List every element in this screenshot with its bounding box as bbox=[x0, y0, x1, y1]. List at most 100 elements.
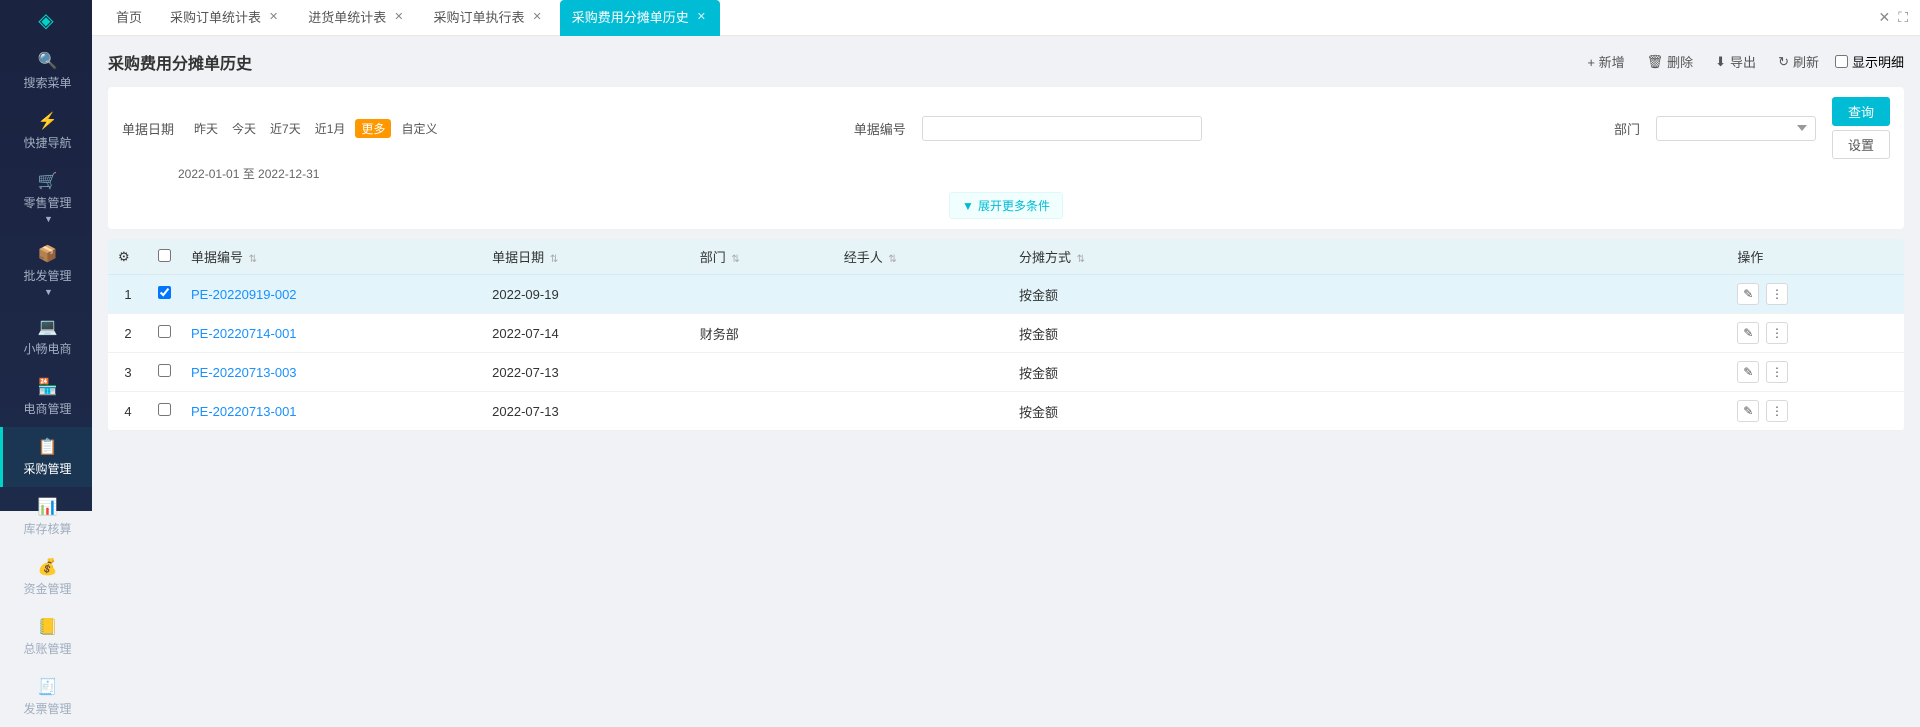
export-icon: ⬇ bbox=[1715, 54, 1726, 70]
th-date: 单据日期 ⇅ bbox=[482, 239, 690, 275]
dept-select[interactable]: 财务部 bbox=[1656, 116, 1816, 141]
add-button[interactable]: + 新增 bbox=[1581, 48, 1630, 75]
row-checkbox-0[interactable] bbox=[148, 275, 181, 314]
sort-handler[interactable]: ⇅ bbox=[888, 254, 896, 265]
shortcut-today[interactable]: 今天 bbox=[228, 119, 260, 138]
action-buttons: + 新增 🗑 删除 ⬇ 导出 ↻ 刷新 显示明细 bbox=[1581, 48, 1904, 75]
close-tab-2[interactable]: ✕ bbox=[392, 10, 405, 23]
shortcut-more[interactable]: 更多 bbox=[355, 119, 391, 138]
row-edit-1[interactable]: ✎ bbox=[1737, 322, 1759, 344]
row-date-0: 2022-09-19 bbox=[482, 275, 690, 314]
row-checkbox-1[interactable] bbox=[148, 314, 181, 353]
tab-purchase-cost-history[interactable]: 采购费用分摊单历史 ✕ bbox=[560, 0, 720, 36]
sidebar-item-inventory[interactable]: 📊 库存核算 bbox=[0, 487, 92, 547]
sidebar-item-purchase[interactable]: 📋 采购管理 bbox=[0, 427, 92, 487]
row-checkbox-3[interactable] bbox=[148, 392, 181, 431]
small-ecom-icon: 💻 bbox=[38, 317, 58, 337]
row-method-1: 按金额 bbox=[1009, 314, 1727, 353]
th-docno: 单据编号 ⇅ bbox=[181, 239, 482, 275]
th-checkbox[interactable] bbox=[148, 239, 181, 275]
close-tab-1[interactable]: ✕ bbox=[267, 10, 280, 23]
row-more-0[interactable]: ⋮ bbox=[1766, 283, 1788, 305]
date-label: 单据日期 bbox=[122, 119, 174, 138]
row-handler-0 bbox=[834, 275, 1009, 314]
row-handler-1 bbox=[834, 314, 1009, 353]
sidebar-item-retail[interactable]: 🛒 零售管理 ▼ bbox=[0, 161, 92, 234]
export-button[interactable]: ⬇ 导出 bbox=[1709, 48, 1762, 75]
sort-date[interactable]: ⇅ bbox=[550, 254, 558, 265]
fullscreen-icon[interactable]: ⛶ bbox=[1898, 9, 1908, 26]
date-shortcuts: 昨天 今天 近7天 近1月 更多 自定义 bbox=[190, 119, 441, 138]
refresh-button[interactable]: ↻ 刷新 bbox=[1772, 48, 1825, 75]
show-columns-checkbox[interactable] bbox=[1835, 55, 1848, 68]
query-button[interactable]: 查询 bbox=[1832, 97, 1890, 126]
table-row: 4 PE-20220713-001 2022-07-13 按金额 ✎ ⋮ bbox=[108, 392, 1904, 431]
th-gear[interactable]: ⚙ bbox=[108, 239, 148, 275]
row-edit-2[interactable]: ✎ bbox=[1737, 361, 1759, 383]
tab-purchase-goods-stats[interactable]: 进货单统计表 ✕ bbox=[296, 0, 417, 36]
sort-docno[interactable]: ⇅ bbox=[249, 254, 257, 265]
table-header-row: ⚙ 单据编号 ⇅ 单据日期 ⇅ 部门 ⇅ bbox=[108, 239, 1904, 275]
row-more-2[interactable]: ⋮ bbox=[1766, 361, 1788, 383]
expand-button[interactable]: ▼ 展开更多条件 bbox=[949, 192, 1063, 219]
sort-dept[interactable]: ⇅ bbox=[731, 254, 739, 265]
close-all-icon[interactable]: ✕ bbox=[1878, 9, 1890, 26]
purchase-icon: 📋 bbox=[38, 437, 58, 457]
th-method: 分摊方式 ⇅ bbox=[1009, 239, 1727, 275]
sort-method[interactable]: ⇅ bbox=[1077, 254, 1085, 265]
tab-purchase-order-stats[interactable]: 采购订单统计表 ✕ bbox=[158, 0, 292, 36]
sidebar-logo: ◈ bbox=[0, 8, 92, 33]
settings-button[interactable]: 设置 bbox=[1832, 130, 1890, 159]
delete-button[interactable]: 🗑 删除 bbox=[1641, 48, 1700, 75]
gear-icon[interactable]: ⚙ bbox=[118, 249, 130, 264]
row-docno-3[interactable]: PE-20220713-001 bbox=[181, 392, 482, 431]
row-num-0: 1 bbox=[108, 275, 148, 314]
row-dept-2 bbox=[690, 353, 834, 392]
sidebar-item-wholesale[interactable]: 📦 批发管理 ▼ bbox=[0, 234, 92, 307]
row-more-1[interactable]: ⋮ bbox=[1766, 322, 1788, 344]
sidebar: ◈ 🔍 搜索菜单 ⚡ 快捷导航 🛒 零售管理 ▼ 📦 批发管理 ▼ 💻 小畅电商… bbox=[0, 0, 92, 511]
row-ops-2: ✎ ⋮ bbox=[1727, 353, 1904, 392]
sidebar-item-quicknav[interactable]: ⚡ 快捷导航 bbox=[0, 101, 92, 161]
docno-input[interactable] bbox=[922, 116, 1202, 141]
tab-purchase-exec[interactable]: 采购订单执行表 ✕ bbox=[421, 0, 555, 36]
row-date-2: 2022-07-13 bbox=[482, 353, 690, 392]
sidebar-item-search[interactable]: 🔍 搜索菜单 bbox=[0, 41, 92, 101]
row-num-3: 4 bbox=[108, 392, 148, 431]
row-edit-3[interactable]: ✎ bbox=[1737, 400, 1759, 422]
invoice-icon: 🧾 bbox=[38, 677, 58, 697]
table-body: 1 PE-20220919-002 2022-09-19 按金额 ✎ ⋮ 2 P… bbox=[108, 275, 1904, 431]
search-icon: 🔍 bbox=[38, 51, 58, 71]
ecom-icon: 🏪 bbox=[38, 377, 58, 397]
row-docno-1[interactable]: PE-20220714-001 bbox=[181, 314, 482, 353]
tab-bar: 首页 采购订单统计表 ✕ 进货单统计表 ✕ 采购订单执行表 ✕ 采购费用分摊单历… bbox=[92, 0, 1920, 36]
expand-row: ▼ 展开更多条件 bbox=[122, 188, 1890, 219]
query-settings-group: 查询 设置 bbox=[1832, 97, 1890, 159]
sidebar-item-ecommerce[interactable]: 🏪 电商管理 bbox=[0, 367, 92, 427]
select-all-checkbox[interactable] bbox=[158, 249, 171, 262]
row-docno-0[interactable]: PE-20220919-002 bbox=[181, 275, 482, 314]
row-ops-0: ✎ ⋮ bbox=[1727, 275, 1904, 314]
sidebar-item-invoice[interactable]: 🧾 发票管理 bbox=[0, 667, 92, 727]
row-more-3[interactable]: ⋮ bbox=[1766, 400, 1788, 422]
sidebar-item-ledger[interactable]: 📒 总账管理 bbox=[0, 607, 92, 667]
delete-icon: 🗑 bbox=[1647, 54, 1664, 70]
row-ops-3: ✎ ⋮ bbox=[1727, 392, 1904, 431]
shortcut-custom[interactable]: 自定义 bbox=[397, 119, 441, 138]
th-dept: 部门 ⇅ bbox=[690, 239, 834, 275]
sidebar-item-ecommerce-small[interactable]: 💻 小畅电商 bbox=[0, 307, 92, 367]
shortcut-7days[interactable]: 近7天 bbox=[266, 119, 305, 138]
row-edit-0[interactable]: ✎ bbox=[1737, 283, 1759, 305]
tab-home[interactable]: 首页 bbox=[104, 0, 154, 36]
sidebar-item-finance[interactable]: 💰 资金管理 bbox=[0, 547, 92, 607]
close-tab-3[interactable]: ✕ bbox=[531, 10, 544, 23]
shortcut-yesterday[interactable]: 昨天 bbox=[190, 119, 222, 138]
shortcut-1month[interactable]: 近1月 bbox=[311, 119, 350, 138]
row-checkbox-2[interactable] bbox=[148, 353, 181, 392]
show-columns-toggle[interactable]: 显示明细 bbox=[1835, 52, 1904, 71]
date-range-display: 2022-01-01 至 2022-12-31 bbox=[178, 165, 1890, 182]
page-title: 采购费用分摊单历史 bbox=[108, 50, 252, 74]
row-docno-2[interactable]: PE-20220713-003 bbox=[181, 353, 482, 392]
row-date-3: 2022-07-13 bbox=[482, 392, 690, 431]
close-tab-4[interactable]: ✕ bbox=[695, 10, 708, 23]
